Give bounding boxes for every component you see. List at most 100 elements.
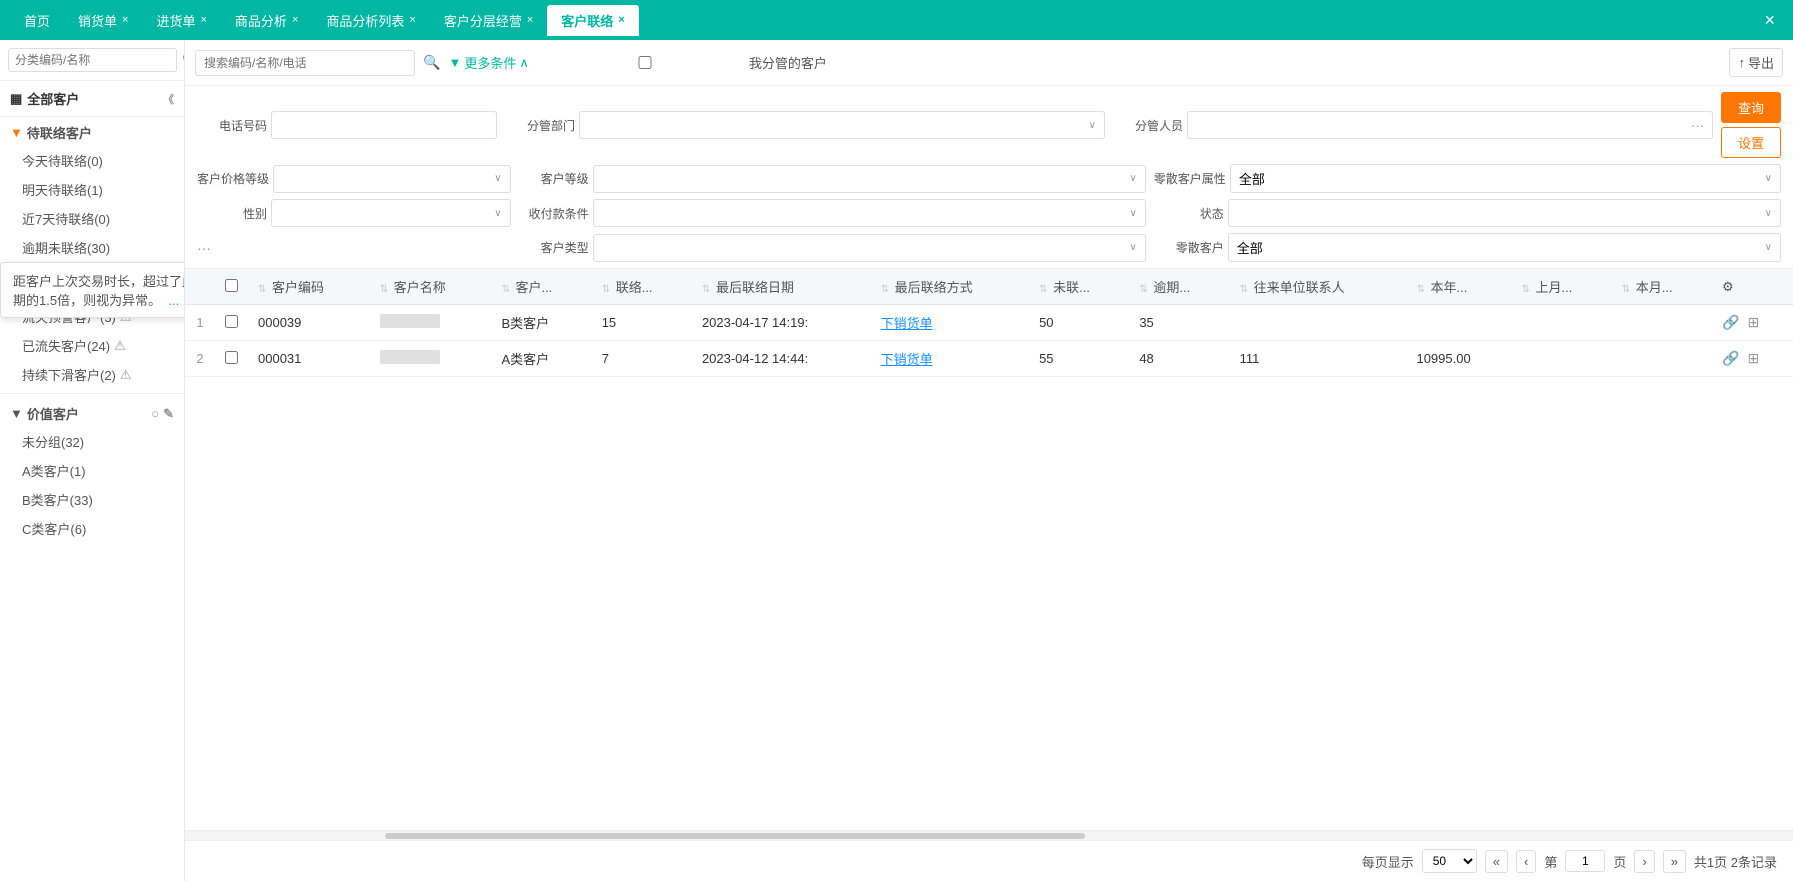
close-tab-sales-order[interactable]: × bbox=[122, 14, 128, 26]
scroll-thumb[interactable] bbox=[385, 833, 1085, 839]
close-tab-product-analysis[interactable]: × bbox=[292, 14, 298, 26]
th-last-date: ⇅ 最后联络日期 bbox=[692, 269, 871, 305]
horizontal-scrollbar[interactable] bbox=[185, 830, 1793, 840]
select-all-checkbox[interactable] bbox=[225, 279, 238, 292]
grid-icon: ▦ bbox=[10, 91, 22, 107]
sidebar-search-icon[interactable]: 🔍 bbox=[182, 52, 185, 68]
customer-level-select[interactable]: ∨ bbox=[593, 165, 1146, 193]
dots-icon[interactable]: ··· bbox=[197, 240, 211, 256]
status-select[interactable]: ∨ bbox=[1228, 199, 1781, 227]
row2-this-year: 10995.00 bbox=[1406, 341, 1511, 377]
row1-num: 1 bbox=[185, 305, 215, 341]
price-level-caret: ∨ bbox=[494, 173, 501, 184]
row2-action-icons: 🔗 ⊞ bbox=[1722, 350, 1783, 367]
tab-product-analysis-list[interactable]: 商品分析列表 × bbox=[312, 5, 429, 36]
customer-type-select[interactable]: ∨ bbox=[593, 234, 1146, 262]
page-size-select[interactable]: 50 100 200 bbox=[1422, 849, 1477, 873]
export-btn[interactable]: ↑ 导出 bbox=[1729, 48, 1783, 77]
sidebar-search-input[interactable] bbox=[8, 48, 177, 72]
sidebar: 🔍 ▦ 全部客户 《 ▼ 待联络客户 今天待联络(0) 明天待联络(1) 近7天… bbox=[0, 40, 185, 881]
row2-contacts-person: 111 bbox=[1230, 341, 1407, 377]
payment-select[interactable]: ∨ bbox=[593, 199, 1146, 227]
sidebar-search-area: 🔍 bbox=[0, 40, 184, 81]
tab-sales-order[interactable]: 销货单 × bbox=[64, 5, 142, 36]
sidebar-item-a-class[interactable]: A类客户(1) bbox=[0, 456, 184, 485]
row2-num: 2 bbox=[185, 341, 215, 377]
row2-code: 000031 bbox=[248, 341, 370, 377]
my-customers-checkbox[interactable] bbox=[545, 56, 745, 69]
filter-customer-type: 客户类型 ∨ bbox=[519, 234, 1146, 262]
page-number-input[interactable] bbox=[1565, 850, 1605, 872]
manager-dots[interactable]: ··· bbox=[1691, 118, 1704, 133]
sort-icon-contacts: ⇅ bbox=[602, 284, 610, 295]
sidebar-item-tomorrow[interactable]: 明天待联络(1) bbox=[0, 175, 184, 204]
collapse-sidebar-btn[interactable]: 《 bbox=[163, 91, 174, 107]
th-this-month: ⇅ 本月... bbox=[1612, 269, 1712, 305]
settings-col-icon[interactable]: ⚙ bbox=[1722, 279, 1734, 294]
toolbar-search-icon[interactable]: 🔍 bbox=[423, 54, 440, 71]
prev-page-btn[interactable]: ‹ bbox=[1516, 850, 1536, 873]
th-contacts-person: ⇅ 往来单位联系人 bbox=[1230, 269, 1407, 305]
sort-icon-last-month: ⇅ bbox=[1522, 284, 1530, 295]
edit-icon[interactable]: ✎ bbox=[163, 406, 174, 422]
sidebar-divider-2 bbox=[0, 393, 184, 394]
next-page-btn[interactable]: › bbox=[1634, 850, 1654, 873]
sort-icon-code: ⇅ bbox=[258, 284, 266, 295]
close-tab-customer-contact[interactable]: × bbox=[618, 14, 624, 26]
table-row: 1 000039 B类客户 15 2023-04-17 14:19: 下销货单 … bbox=[185, 305, 1793, 341]
query-btn[interactable]: 查询 bbox=[1721, 92, 1781, 123]
row1-grid-icon[interactable]: ⊞ bbox=[1747, 314, 1759, 331]
row2-last-date: 2023-04-12 14:44: bbox=[692, 341, 871, 377]
dept-select[interactable]: ∨ bbox=[579, 111, 1105, 139]
sidebar-item-ungrouped[interactable]: 未分组(32) bbox=[0, 427, 184, 456]
filter-gender: 性别 ∨ bbox=[197, 199, 511, 227]
sidebar-item-b-class[interactable]: B类客户(33) bbox=[0, 485, 184, 514]
th-last-month: ⇅ 上月... bbox=[1512, 269, 1612, 305]
row1-select-checkbox[interactable] bbox=[225, 315, 238, 328]
close-tab-customer-tier[interactable]: × bbox=[527, 14, 533, 26]
row1-contacts: 15 bbox=[592, 305, 692, 341]
close-window-btn[interactable]: × bbox=[1756, 10, 1783, 31]
pending-contact-group: ▼ 待联络客户 bbox=[0, 117, 184, 146]
sidebar-item-churned[interactable]: 已流失客户(24) ⚠ bbox=[0, 331, 184, 360]
price-level-select[interactable]: ∨ bbox=[273, 165, 511, 193]
th-uncontacted: ⇅ 未联... bbox=[1029, 269, 1129, 305]
circle-icon[interactable]: ○ bbox=[151, 406, 159, 422]
sidebar-item-c-class[interactable]: C类客户(6) bbox=[0, 514, 184, 543]
manager-input[interactable]: ··· bbox=[1187, 111, 1713, 139]
sidebar-item-today[interactable]: 今天待联络(0) bbox=[0, 146, 184, 175]
phone-input[interactable] bbox=[271, 111, 497, 139]
row2-last-method[interactable]: 下销货单 bbox=[871, 341, 1030, 377]
tab-purchase-order[interactable]: 进货单 × bbox=[142, 5, 220, 36]
retail-attr-select[interactable]: 全部 ∨ bbox=[1230, 164, 1781, 193]
sidebar-item-7days[interactable]: 近7天待联络(0) bbox=[0, 204, 184, 233]
all-customers-header[interactable]: ▦ 全部客户 《 bbox=[0, 81, 184, 117]
search-input[interactable] bbox=[195, 50, 415, 76]
close-tab-purchase-order[interactable]: × bbox=[200, 14, 206, 26]
gender-select[interactable]: ∨ bbox=[271, 199, 511, 227]
more-conditions-btn[interactable]: ▼ 更多条件 ∧ bbox=[448, 53, 528, 72]
row2-grid-icon[interactable]: ⊞ bbox=[1747, 350, 1759, 367]
row1-last-method[interactable]: 下销货单 bbox=[871, 305, 1030, 341]
filter-row-1: 电话号码 分管部门 ∨ 分管人员 ··· 查询 bbox=[197, 92, 1781, 158]
sidebar-item-declining[interactable]: 持续下滑客户(2) ⚠ bbox=[0, 360, 184, 389]
tab-home[interactable]: 首页 bbox=[10, 5, 64, 36]
export-icon: ↑ bbox=[1738, 55, 1745, 70]
sort-icon-level: ⇅ bbox=[501, 284, 509, 295]
th-action: ⚙ bbox=[1712, 269, 1793, 305]
tab-customer-contact[interactable]: 客户联络 × bbox=[547, 5, 638, 36]
row2-link-icon[interactable]: 🔗 bbox=[1722, 350, 1739, 367]
sidebar-item-overdue[interactable]: 逾期未联络(30) bbox=[0, 233, 184, 262]
last-page-btn[interactable]: » bbox=[1663, 850, 1686, 873]
settings-btn[interactable]: 设置 bbox=[1721, 127, 1781, 158]
th-contacts: ⇅ 联络... bbox=[592, 269, 692, 305]
tab-product-analysis[interactable]: 商品分析 × bbox=[221, 5, 312, 36]
tab-customer-tier[interactable]: 客户分层经营 × bbox=[430, 5, 547, 36]
close-tab-product-analysis-list[interactable]: × bbox=[409, 14, 415, 26]
row1-link-icon[interactable]: 🔗 bbox=[1722, 314, 1739, 331]
row2-select-checkbox[interactable] bbox=[225, 351, 238, 364]
row2-last-month bbox=[1512, 341, 1612, 377]
first-page-btn[interactable]: « bbox=[1485, 850, 1508, 873]
retail-customer-select[interactable]: 全部 ∨ bbox=[1228, 233, 1781, 262]
caret-icon: ∧ bbox=[519, 55, 529, 71]
